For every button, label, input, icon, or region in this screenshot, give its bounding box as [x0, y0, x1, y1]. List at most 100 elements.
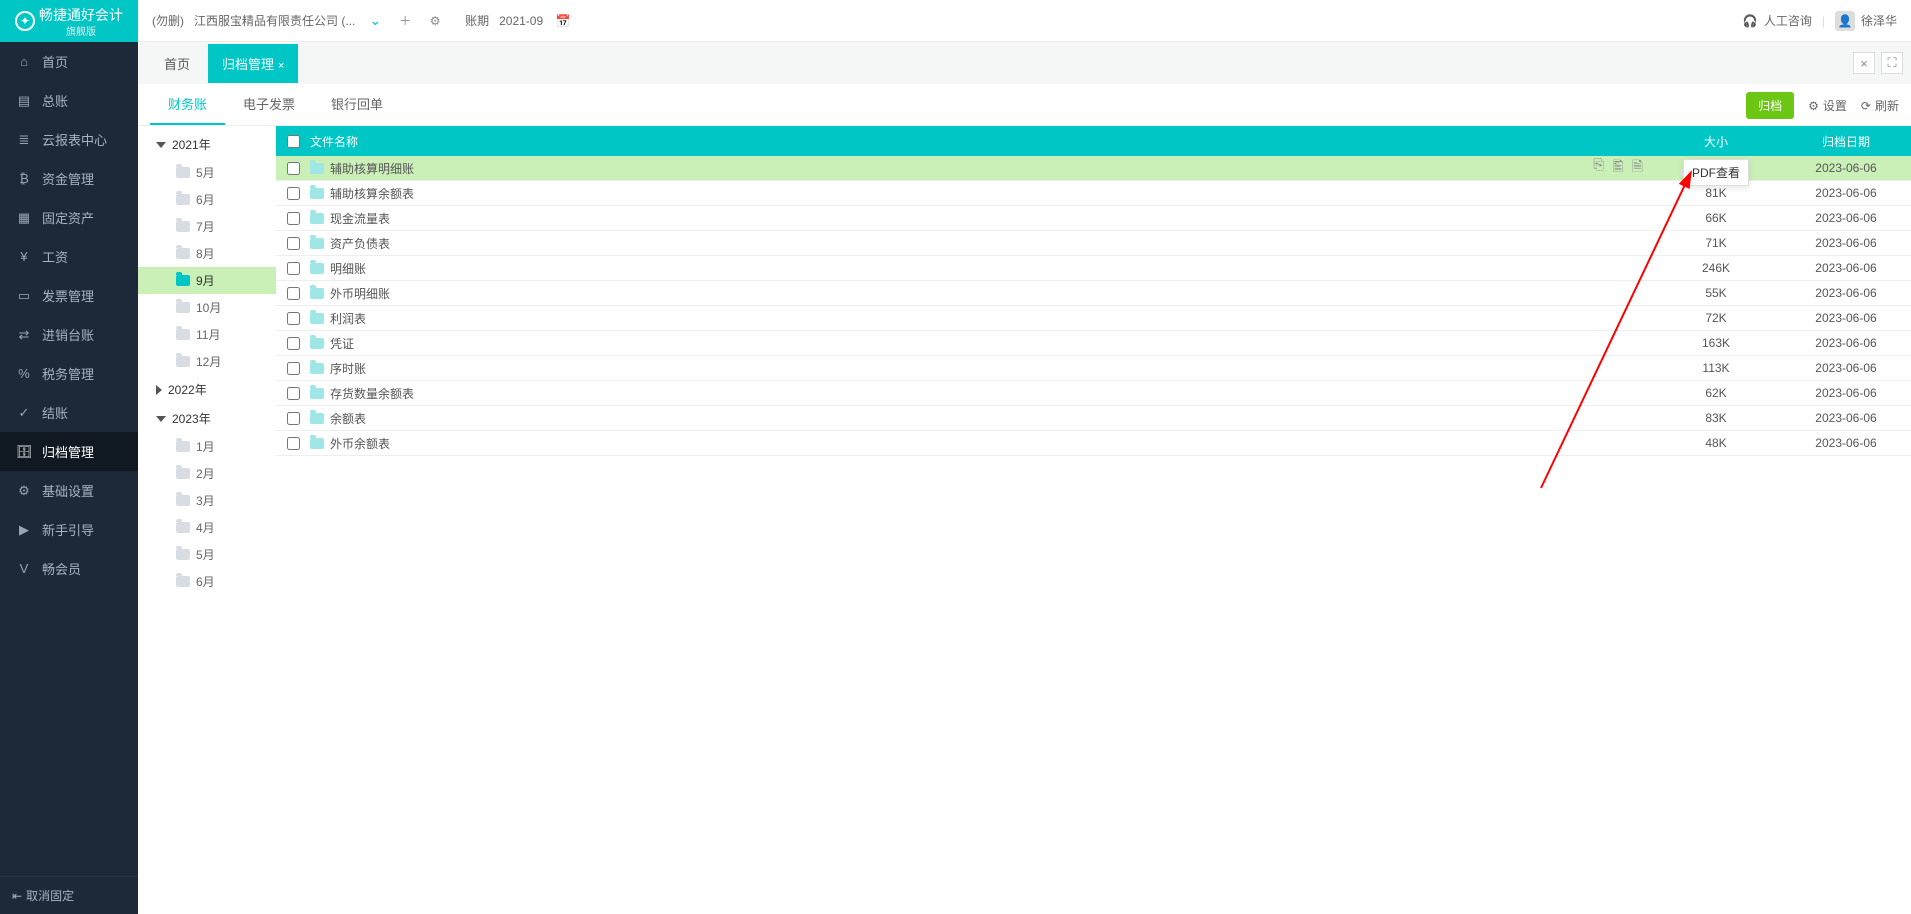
table-row[interactable]: 存货数量余额表 62K 2023-06-06: [276, 381, 1911, 406]
tree-month-2023年-1月[interactable]: 1月: [138, 433, 276, 460]
folder-icon: [176, 329, 190, 340]
org-name[interactable]: 江西服宝精品有限责任公司 (...: [194, 12, 355, 29]
nav-icon-0: ⌂: [16, 54, 32, 70]
user-menu[interactable]: 👤 徐泽华: [1835, 11, 1897, 31]
tree-month-2021年-12月[interactable]: 12月: [138, 348, 276, 375]
row-checkbox[interactable]: [287, 287, 300, 300]
export-pdf-icon[interactable]: 🖺: [1612, 156, 1623, 180]
sidebar-item-10[interactable]: 🗄归档管理: [0, 432, 138, 471]
row-checkbox[interactable]: [287, 187, 300, 200]
row-checkbox[interactable]: [287, 412, 300, 425]
table-row[interactable]: 外币明细账 55K 2023-06-06: [276, 281, 1911, 306]
row-checkbox[interactable]: [287, 237, 300, 250]
sidebar-footer-toggle[interactable]: ⇤ 取消固定: [0, 876, 138, 914]
sidebar-item-9[interactable]: ✓结账: [0, 393, 138, 432]
sidebar-item-0[interactable]: ⌂首页: [0, 42, 138, 81]
sidebar-item-11[interactable]: ⚙基础设置: [0, 471, 138, 510]
period-value[interactable]: 2021-09: [499, 14, 543, 28]
row-checkbox[interactable]: [287, 262, 300, 275]
file-date: 2023-06-06: [1781, 261, 1911, 275]
tree-year-2022年[interactable]: 2022年: [138, 375, 276, 404]
subtab-0[interactable]: 财务账: [150, 84, 225, 125]
table-row[interactable]: 明细账 246K 2023-06-06: [276, 256, 1911, 281]
sidebar-item-8[interactable]: %税务管理: [0, 354, 138, 393]
row-checkbox[interactable]: [287, 337, 300, 350]
row-checkbox[interactable]: [287, 162, 300, 175]
sidebar-item-7[interactable]: ⇄进销台账: [0, 315, 138, 354]
file-size: 81K: [1651, 186, 1781, 200]
tree-month-2023年-4月[interactable]: 4月: [138, 514, 276, 541]
tab-home[interactable]: 首页: [150, 44, 204, 83]
tree-month-2023年-5月[interactable]: 5月: [138, 541, 276, 568]
brand-edition: 旗舰版: [39, 23, 123, 38]
file-size: 72K: [1651, 311, 1781, 325]
sidebar-item-13[interactable]: V畅会员: [0, 549, 138, 588]
col-date: 归档日期: [1781, 133, 1911, 150]
tree-month-2021年-11月[interactable]: 11月: [138, 321, 276, 348]
folder-icon: [176, 221, 190, 232]
tree-month-2021年-5月[interactable]: 5月: [138, 159, 276, 186]
export-xls-icon[interactable]: ⎘: [1593, 156, 1604, 180]
table-row[interactable]: 余额表 83K 2023-06-06: [276, 406, 1911, 431]
tab-archive[interactable]: 归档管理×: [208, 44, 298, 83]
sidebar-item-6[interactable]: ▭发票管理: [0, 276, 138, 315]
settings-link[interactable]: ⚙设置: [1808, 97, 1847, 114]
sidebar-item-12[interactable]: ▶新手引导: [0, 510, 138, 549]
table-row[interactable]: 辅助核算明细账 ⎘ 🖺 🗎 16K 2023-06-06: [276, 156, 1911, 181]
tree-month-2021年-8月[interactable]: 8月: [138, 240, 276, 267]
file-size: 113K: [1651, 361, 1781, 375]
file-date: 2023-06-06: [1781, 186, 1911, 200]
org-dropdown-icon[interactable]: ⌄: [365, 12, 385, 29]
file-name: 外币明细账: [330, 285, 390, 302]
sidebar-item-4[interactable]: ▦固定资产: [0, 198, 138, 237]
row-checkbox[interactable]: [287, 437, 300, 450]
org-settings-icon[interactable]: ⚙: [425, 11, 445, 31]
calendar-icon[interactable]: 📅: [553, 11, 573, 31]
tree-month-2021年-7月[interactable]: 7月: [138, 213, 276, 240]
sidebar-item-3[interactable]: ₿资金管理: [0, 159, 138, 198]
file-name: 外币余额表: [330, 435, 390, 452]
row-checkbox[interactable]: [287, 212, 300, 225]
sidebar-item-2[interactable]: ≣云报表中心: [0, 120, 138, 159]
refresh-icon: ⟳: [1861, 99, 1871, 113]
tree-month-2023年-6月[interactable]: 6月: [138, 568, 276, 595]
subtab-1[interactable]: 电子发票: [225, 84, 313, 125]
table-row[interactable]: 外币余额表 48K 2023-06-06: [276, 431, 1911, 456]
table-row[interactable]: 现金流量表 66K 2023-06-06: [276, 206, 1911, 231]
table-row[interactable]: 资产负债表 71K 2023-06-06: [276, 231, 1911, 256]
tree-month-2021年-9月[interactable]: 9月: [138, 267, 276, 294]
pdf-view-icon[interactable]: 🗎: [1632, 156, 1643, 180]
row-checkbox[interactable]: [287, 312, 300, 325]
refresh-link[interactable]: ⟳刷新: [1861, 97, 1899, 114]
file-name: 凭证: [330, 335, 354, 352]
subtab-2[interactable]: 银行回单: [313, 84, 401, 125]
sidebar-item-1[interactable]: ▤总账: [0, 81, 138, 120]
close-all-tabs-button[interactable]: ×: [1853, 52, 1875, 74]
folder-icon: [176, 468, 190, 479]
table-row[interactable]: 凭证 163K 2023-06-06: [276, 331, 1911, 356]
tree-month-2023年-2月[interactable]: 2月: [138, 460, 276, 487]
sidebar-item-5[interactable]: ¥工资: [0, 237, 138, 276]
archive-button[interactable]: 归档: [1746, 92, 1794, 119]
tree-year-2023年[interactable]: 2023年: [138, 404, 276, 433]
table-row[interactable]: 辅助核算余额表 81K 2023-06-06: [276, 181, 1911, 206]
fullscreen-button[interactable]: ⛶: [1881, 52, 1903, 74]
row-checkbox[interactable]: [287, 387, 300, 400]
file-date: 2023-06-06: [1781, 361, 1911, 375]
tree-month-2021年-10月[interactable]: 10月: [138, 294, 276, 321]
gear-icon: ⚙: [1808, 99, 1819, 113]
consult-link[interactable]: 🎧 人工咨询: [1743, 12, 1812, 29]
tree-year-2021年[interactable]: 2021年: [138, 130, 276, 159]
tree-month-2021年-6月[interactable]: 6月: [138, 186, 276, 213]
tree-month-2023年-3月[interactable]: 3月: [138, 487, 276, 514]
add-org-icon[interactable]: ＋: [395, 11, 415, 31]
folder-icon: [176, 302, 190, 313]
table-row[interactable]: 利润表 72K 2023-06-06: [276, 306, 1911, 331]
table-row[interactable]: 序时账 113K 2023-06-06: [276, 356, 1911, 381]
nav-label: 基础设置: [42, 481, 94, 500]
file-name: 序时账: [330, 360, 366, 377]
nav-label: 总账: [42, 91, 68, 110]
select-all-checkbox[interactable]: [287, 135, 300, 148]
row-checkbox[interactable]: [287, 362, 300, 375]
close-icon[interactable]: ×: [278, 60, 284, 72]
